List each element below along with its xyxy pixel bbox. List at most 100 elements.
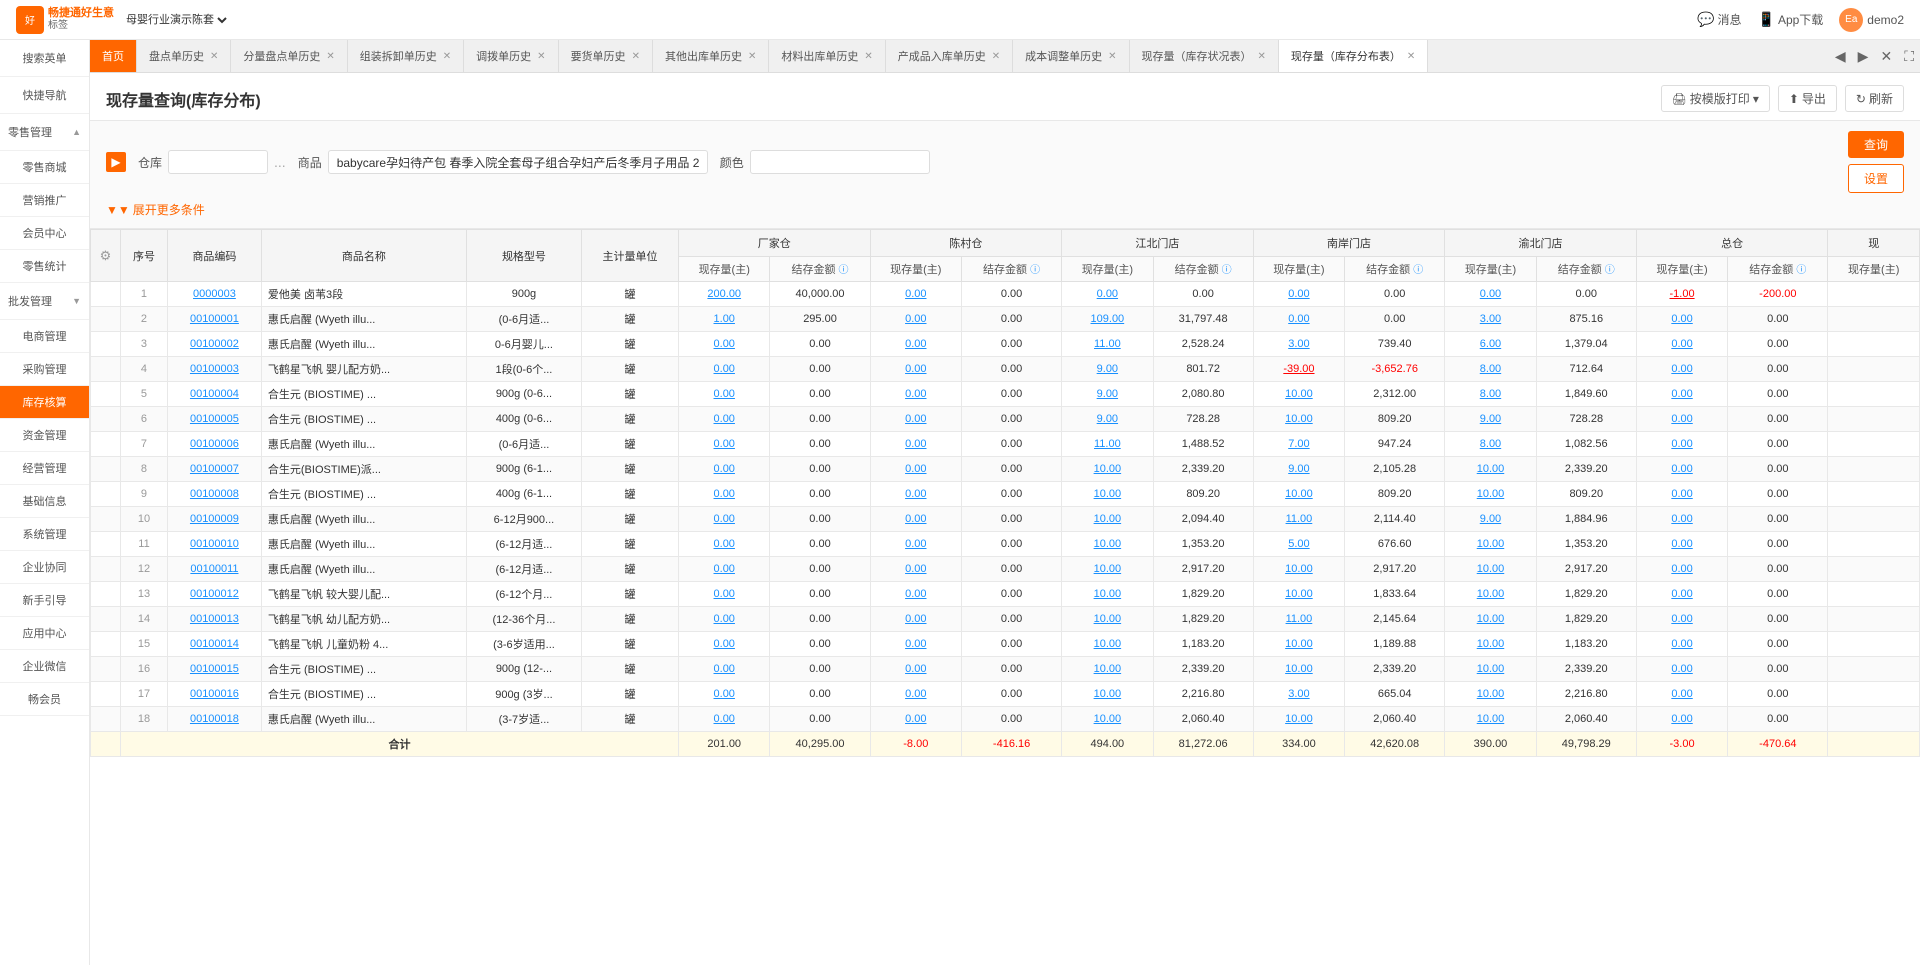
close-icon[interactable]: ✕ xyxy=(326,51,334,62)
row-zc-qty[interactable]: 0.00 xyxy=(1636,332,1727,357)
expand-conditions-btn[interactable]: ▼▼ 展开更多条件 xyxy=(106,201,205,218)
sidebar-item-operation[interactable]: 经营管理 xyxy=(0,452,89,485)
row-cj-qty[interactable]: 0.00 xyxy=(679,407,770,432)
row-na-qty[interactable]: 10.00 xyxy=(1253,382,1344,407)
row-cc-qty[interactable]: 0.00 xyxy=(870,482,961,507)
row-yb-qty[interactable]: 10.00 xyxy=(1445,482,1536,507)
row-jb-qty[interactable]: 11.00 xyxy=(1062,432,1153,457)
row-code[interactable]: 00100014 xyxy=(167,632,261,657)
row-cc-qty[interactable]: 0.00 xyxy=(870,557,961,582)
row-yb-qty[interactable]: 8.00 xyxy=(1445,382,1536,407)
row-jb-qty[interactable]: 11.00 xyxy=(1062,332,1153,357)
row-zc-qty[interactable]: 0.00 xyxy=(1636,582,1727,607)
row-jb-qty[interactable]: 10.00 xyxy=(1062,482,1153,507)
row-yb-qty[interactable]: 10.00 xyxy=(1445,532,1536,557)
row-code[interactable]: 00100013 xyxy=(167,607,261,632)
messages-btn[interactable]: 💬 消息 xyxy=(1697,11,1741,28)
row-zc-qty[interactable]: 0.00 xyxy=(1636,382,1727,407)
row-cc-qty[interactable]: 0.00 xyxy=(870,532,961,557)
row-zc-qty[interactable]: 0.00 xyxy=(1636,457,1727,482)
sidebar-item-collab[interactable]: 企业协同 xyxy=(0,551,89,584)
row-na-qty[interactable]: 0.00 xyxy=(1253,307,1344,332)
row-cj-qty[interactable]: 0.00 xyxy=(679,457,770,482)
row-cc-qty[interactable]: 0.00 xyxy=(870,707,961,732)
row-na-qty[interactable]: 3.00 xyxy=(1253,332,1344,357)
row-jb-qty[interactable]: 10.00 xyxy=(1062,657,1153,682)
tab-stock-status[interactable]: 现存量（库存状况表） ✕ xyxy=(1130,40,1279,72)
row-cj-qty[interactable]: 0.00 xyxy=(679,557,770,582)
row-code[interactable]: 00100003 xyxy=(167,357,261,382)
row-cc-qty[interactable]: 0.00 xyxy=(870,357,961,382)
row-code[interactable]: 00100004 xyxy=(167,382,261,407)
gear-icon[interactable]: ⚙ xyxy=(100,248,112,263)
sidebar-item-nav[interactable]: 快捷导航 xyxy=(0,77,89,114)
sidebar-item-marketing[interactable]: 营销推广 xyxy=(0,184,89,217)
row-jb-qty[interactable]: 10.00 xyxy=(1062,557,1153,582)
row-code[interactable]: 00100007 xyxy=(167,457,261,482)
row-na-qty[interactable]: 11.00 xyxy=(1253,507,1344,532)
close-icon[interactable]: ✕ xyxy=(748,51,756,62)
sidebar-item-retail[interactable]: 零售管理▲ xyxy=(0,114,89,151)
row-cc-qty[interactable]: 0.00 xyxy=(870,432,961,457)
row-yb-qty[interactable]: 3.00 xyxy=(1445,307,1536,332)
row-na-qty[interactable]: 10.00 xyxy=(1253,407,1344,432)
tab-partcount[interactable]: 分量盘点单历史 ✕ xyxy=(231,40,347,72)
row-zc-qty[interactable]: 0.00 xyxy=(1636,307,1727,332)
tab-close-all-btn[interactable]: ✕ xyxy=(1874,48,1898,65)
tab-product-in[interactable]: 产成品入库单历史 ✕ xyxy=(886,40,1013,72)
row-cc-qty[interactable]: 0.00 xyxy=(870,407,961,432)
row-jb-qty[interactable]: 10.00 xyxy=(1062,632,1153,657)
tab-home[interactable]: 首页 xyxy=(90,40,137,72)
row-jb-qty[interactable]: 9.00 xyxy=(1062,407,1153,432)
tab-assembly[interactable]: 组装拆卸单历史 ✕ xyxy=(348,40,464,72)
row-cj-qty[interactable]: 200.00 xyxy=(679,282,770,307)
sidebar-item-store[interactable]: 零售商城 xyxy=(0,151,89,184)
row-na-qty[interactable]: 0.00 xyxy=(1253,282,1344,307)
row-code[interactable]: 00100012 xyxy=(167,582,261,607)
row-na-qty[interactable]: 5.00 xyxy=(1253,532,1344,557)
row-code[interactable]: 00100016 xyxy=(167,682,261,707)
close-icon[interactable]: ✕ xyxy=(864,51,872,62)
setting-button[interactable]: 设置 xyxy=(1848,164,1904,193)
row-cc-qty[interactable]: 0.00 xyxy=(870,332,961,357)
row-cj-qty[interactable]: 0.00 xyxy=(679,432,770,457)
row-code[interactable]: 00100008 xyxy=(167,482,261,507)
row-cj-qty[interactable]: 0.00 xyxy=(679,682,770,707)
row-jb-qty[interactable]: 9.00 xyxy=(1062,357,1153,382)
row-zc-qty[interactable]: 0.00 xyxy=(1636,632,1727,657)
row-yb-qty[interactable]: 8.00 xyxy=(1445,357,1536,382)
user-area[interactable]: Ea demo2 xyxy=(1839,8,1904,32)
row-na-qty[interactable]: 10.00 xyxy=(1253,632,1344,657)
tab-order[interactable]: 要货单历史 ✕ xyxy=(559,40,653,72)
row-cj-qty[interactable]: 0.00 xyxy=(679,582,770,607)
color-input[interactable] xyxy=(750,150,930,174)
row-zc-qty[interactable]: 0.00 xyxy=(1636,432,1727,457)
row-na-qty[interactable]: 11.00 xyxy=(1253,607,1344,632)
sidebar-item-retail-stat[interactable]: 零售统计 xyxy=(0,250,89,283)
row-zc-qty[interactable]: 0.00 xyxy=(1636,682,1727,707)
row-code[interactable]: 00100002 xyxy=(167,332,261,357)
row-code[interactable]: 00100015 xyxy=(167,657,261,682)
row-jb-qty[interactable]: 10.00 xyxy=(1062,682,1153,707)
row-cj-qty[interactable]: 0.00 xyxy=(679,532,770,557)
tab-stock-dist[interactable]: 现存量（库存分布表） ✕ xyxy=(1279,40,1428,72)
row-cj-qty[interactable]: 0.00 xyxy=(679,382,770,407)
row-yb-qty[interactable]: 6.00 xyxy=(1445,332,1536,357)
row-cc-qty[interactable]: 0.00 xyxy=(870,582,961,607)
row-yb-qty[interactable]: 10.00 xyxy=(1445,682,1536,707)
row-yb-qty[interactable]: 8.00 xyxy=(1445,432,1536,457)
tab-cost-adj[interactable]: 成本调整单历史 ✕ xyxy=(1013,40,1129,72)
row-code[interactable]: 00100018 xyxy=(167,707,261,732)
row-jb-qty[interactable]: 109.00 xyxy=(1062,307,1153,332)
row-cc-qty[interactable]: 0.00 xyxy=(870,457,961,482)
sidebar-item-apps[interactable]: 应用中心 xyxy=(0,617,89,650)
close-icon[interactable]: ✕ xyxy=(992,51,1000,62)
row-code[interactable]: 00100001 xyxy=(167,307,261,332)
row-na-qty[interactable]: 10.00 xyxy=(1253,707,1344,732)
tab-transfer[interactable]: 调拨单历史 ✕ xyxy=(464,40,558,72)
sidebar-item-base[interactable]: 基础信息 xyxy=(0,485,89,518)
row-na-qty[interactable]: 10.00 xyxy=(1253,657,1344,682)
row-jb-qty[interactable]: 10.00 xyxy=(1062,607,1153,632)
row-cj-qty[interactable]: 0.00 xyxy=(679,607,770,632)
sidebar-item-system[interactable]: 系统管理 xyxy=(0,518,89,551)
